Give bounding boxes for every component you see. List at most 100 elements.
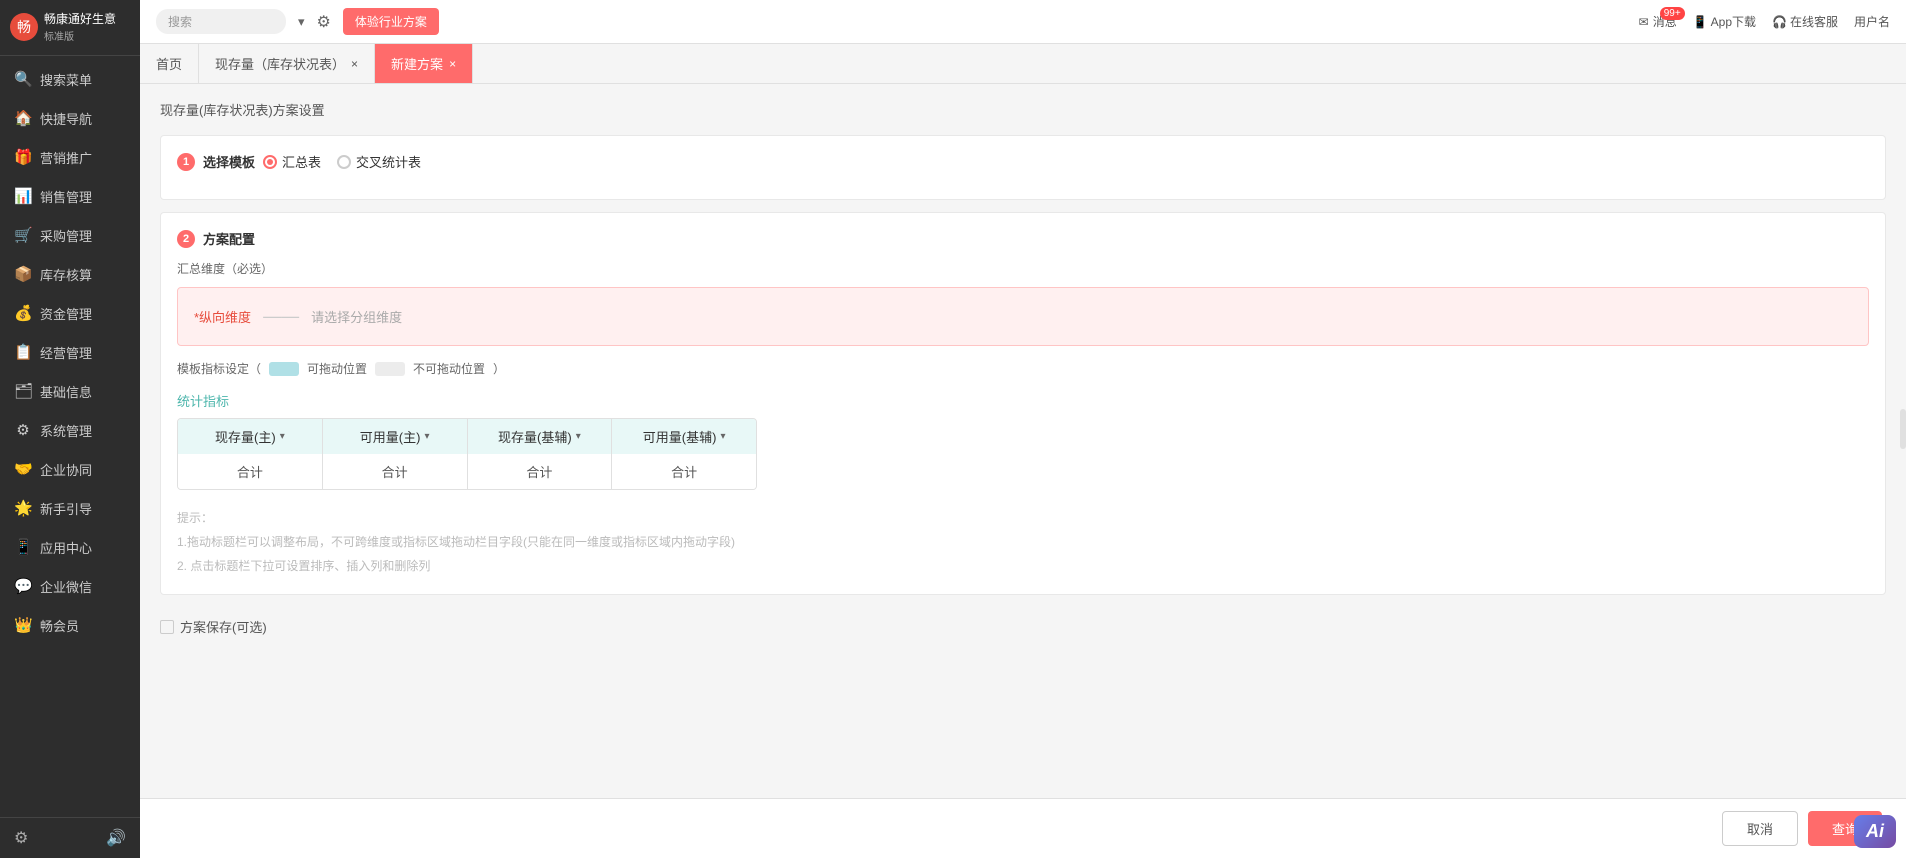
wechat-icon: 💬 bbox=[14, 577, 32, 595]
service-btn[interactable]: 🎧 在线客服 bbox=[1772, 13, 1838, 30]
app-download-btn[interactable]: 📱 App下载 bbox=[1693, 13, 1756, 30]
sidebar-item-guide[interactable]: 🌟 新手引导 bbox=[0, 489, 140, 528]
sidebar-item-wechat[interactable]: 💬 企业微信 bbox=[0, 567, 140, 606]
gift-icon: 🎁 bbox=[14, 148, 32, 166]
draggable-label: 可拖动位置 bbox=[307, 360, 367, 377]
col-data-0: 合计 bbox=[178, 454, 323, 489]
save-option: 方案保存(可选) bbox=[160, 607, 1886, 646]
dim-placeholder: 请选择分组维度 bbox=[311, 307, 402, 326]
sidebar-item-basic-info[interactable]: 🗂 基础信息 bbox=[0, 372, 140, 411]
radio-cross-circle[interactable] bbox=[337, 155, 351, 169]
action-bar: 取消 查询 bbox=[140, 798, 1906, 858]
search-icon: 🔍 bbox=[14, 70, 32, 88]
vertical-dim-label: *纵向维度 bbox=[194, 307, 251, 326]
tips-box: 提示： 1.拖动标题栏可以调整布局，不可跨维度或指标区域拖动栏目字段(只能在同一… bbox=[177, 506, 1869, 578]
col-data-2: 合计 bbox=[468, 454, 613, 489]
sidebar-item-purchase[interactable]: 🛒 采购管理 bbox=[0, 216, 140, 255]
sidebar-item-finance[interactable]: 💰 资金管理 bbox=[0, 294, 140, 333]
phone-icon: 📱 bbox=[1693, 15, 1708, 29]
save-label: 方案保存(可选) bbox=[180, 617, 267, 636]
chevron-1[interactable]: ▾ bbox=[424, 431, 429, 442]
sidebar-item-marketing[interactable]: 🎁 营销推广 bbox=[0, 138, 140, 177]
sidebar-nav: 🔍 搜索菜单 🏠 快捷导航 🎁 营销推广 📊 销售管理 🛒 采购管理 📦 库存核… bbox=[0, 56, 140, 817]
bottom-spacer bbox=[160, 646, 1886, 706]
message-btn[interactable]: ✉ 消息 99+ bbox=[1639, 13, 1677, 30]
home-icon: 🏠 bbox=[14, 109, 32, 127]
sidebar-item-app-center[interactable]: 📱 应用中心 bbox=[0, 528, 140, 567]
user-avatar[interactable]: 用户名 bbox=[1854, 13, 1890, 30]
topbar-right: ✉ 消息 99+ 📱 App下载 🎧 在线客服 用户名 bbox=[1639, 13, 1890, 30]
sidebar-item-member[interactable]: 👑 畅会员 bbox=[0, 606, 140, 645]
resize-handle[interactable] bbox=[1900, 409, 1906, 449]
step2-badge: 2 bbox=[177, 230, 195, 248]
cancel-button[interactable]: 取消 bbox=[1722, 811, 1798, 846]
message-badge: 99+ bbox=[1660, 7, 1685, 20]
col-header-0[interactable]: 现存量(主) ▾ bbox=[178, 419, 323, 454]
handshake-icon: 🤝 bbox=[14, 460, 32, 478]
col-data-1: 合计 bbox=[323, 454, 468, 489]
indicator-label-prefix: 模板指标设定（ bbox=[177, 360, 261, 377]
dim-separator: —— bbox=[263, 306, 299, 327]
col-data-3: 合计 bbox=[612, 454, 756, 489]
stats-header: 现存量(主) ▾ 可用量(主) ▾ 现存量(基辅) ▾ 可用量(基辅) ▾ bbox=[178, 419, 756, 454]
sidebar-item-collab[interactable]: 🤝 企业协同 bbox=[0, 450, 140, 489]
gear-topbar-icon[interactable]: ⚙ bbox=[317, 12, 331, 32]
logo-icon: 畅 bbox=[10, 13, 38, 41]
step1-title: 选择模板 bbox=[203, 152, 255, 171]
tab-inventory[interactable]: 现存量（库存状况表） × bbox=[199, 44, 375, 83]
speaker-icon[interactable]: 🔊 bbox=[106, 828, 126, 848]
summary-dim-label: 汇总维度（必选） bbox=[177, 260, 1869, 277]
sidebar-footer: ⚙ 🔊 bbox=[0, 817, 140, 858]
radio-summary-circle[interactable] bbox=[263, 155, 277, 169]
stats-table: 现存量(主) ▾ 可用量(主) ▾ 现存量(基辅) ▾ 可用量(基辅) ▾ bbox=[177, 418, 757, 490]
sidebar-item-sales[interactable]: 📊 销售管理 bbox=[0, 177, 140, 216]
col-header-1[interactable]: 可用量(主) ▾ bbox=[323, 419, 468, 454]
sidebar-item-system[interactable]: ⚙ 系统管理 bbox=[0, 411, 140, 450]
gear-icon: ⚙ bbox=[14, 421, 32, 439]
col-header-2[interactable]: 现存量(基辅) ▾ bbox=[468, 419, 613, 454]
save-checkbox[interactable] bbox=[160, 620, 174, 634]
ops-icon: 📋 bbox=[14, 343, 32, 361]
tip-line2: 2. 点击标题栏下拉可设置排序、插入列和删除列 bbox=[177, 554, 1869, 578]
chevron-3[interactable]: ▾ bbox=[720, 431, 725, 442]
sidebar-item-search[interactable]: 🔍 搜索菜单 bbox=[0, 60, 140, 99]
indicator-row: 模板指标设定（ 可拖动位置 不可拖动位置 ） bbox=[177, 360, 1869, 377]
step2-section: 2 方案配置 汇总维度（必选） *纵向维度 —— 请选择分组维度 模板指标设定（… bbox=[160, 212, 1886, 595]
chevron-2[interactable]: ▾ bbox=[576, 431, 581, 442]
star-icon: 🌟 bbox=[14, 499, 32, 517]
tab-inventory-close[interactable]: × bbox=[351, 57, 358, 71]
cart-icon: 🛒 bbox=[14, 226, 32, 244]
col-header-3[interactable]: 可用量(基辅) ▾ bbox=[612, 419, 756, 454]
message-icon: ✉ bbox=[1639, 15, 1649, 29]
radio-summary[interactable]: 汇总表 bbox=[263, 152, 321, 171]
industry-btn[interactable]: 体验行业方案 bbox=[343, 8, 439, 35]
radio-cross[interactable]: 交叉统计表 bbox=[337, 152, 421, 171]
sidebar-item-inventory[interactable]: 📦 库存核算 bbox=[0, 255, 140, 294]
info-icon: 🗂 bbox=[14, 382, 32, 400]
sidebar: 畅 畅康通好生意 标准版 🔍 搜索菜单 🏠 快捷导航 🎁 营销推广 📊 销售管理… bbox=[0, 0, 140, 858]
fixed-indicator bbox=[375, 362, 405, 376]
dropdown-icon[interactable]: ▾ bbox=[298, 14, 305, 30]
sidebar-item-nav[interactable]: 🏠 快捷导航 bbox=[0, 99, 140, 138]
sidebar-item-operations[interactable]: 📋 经营管理 bbox=[0, 333, 140, 372]
step1-section: 1 选择模板 汇总表 交叉统计表 bbox=[160, 135, 1886, 200]
template-radio-group: 汇总表 交叉统计表 bbox=[263, 152, 421, 171]
chevron-0[interactable]: ▾ bbox=[280, 431, 285, 442]
box-icon: 📦 bbox=[14, 265, 32, 283]
ai-badge[interactable]: Ai bbox=[1854, 815, 1896, 848]
content-area: 现存量(库存状况表)方案设置 1 选择模板 汇总表 交叉统计表 bbox=[140, 84, 1906, 858]
sales-icon: 📊 bbox=[14, 187, 32, 205]
search-bar[interactable]: 搜索 bbox=[156, 9, 286, 34]
main-area: 搜索 ▾ ⚙ 体验行业方案 ✉ 消息 99+ 📱 App下载 🎧 在线客服 用户… bbox=[140, 0, 1906, 858]
tip-line0: 提示： bbox=[177, 506, 1869, 530]
step1-header: 1 选择模板 汇总表 交叉统计表 bbox=[177, 152, 1869, 171]
tab-new-plan-close[interactable]: × bbox=[449, 57, 456, 71]
tab-home[interactable]: 首页 bbox=[140, 44, 199, 83]
tabbar: 首页 现存量（库存状况表） × 新建方案 × bbox=[140, 44, 1906, 84]
dimension-selector[interactable]: *纵向维度 —— 请选择分组维度 bbox=[177, 287, 1869, 346]
settings-icon[interactable]: ⚙ bbox=[14, 828, 28, 848]
headset-icon: 🎧 bbox=[1772, 15, 1787, 29]
page-title: 现存量(库存状况表)方案设置 bbox=[160, 100, 1886, 119]
tab-new-plan[interactable]: 新建方案 × bbox=[375, 44, 473, 83]
indicator-suffix: ） bbox=[493, 360, 505, 377]
